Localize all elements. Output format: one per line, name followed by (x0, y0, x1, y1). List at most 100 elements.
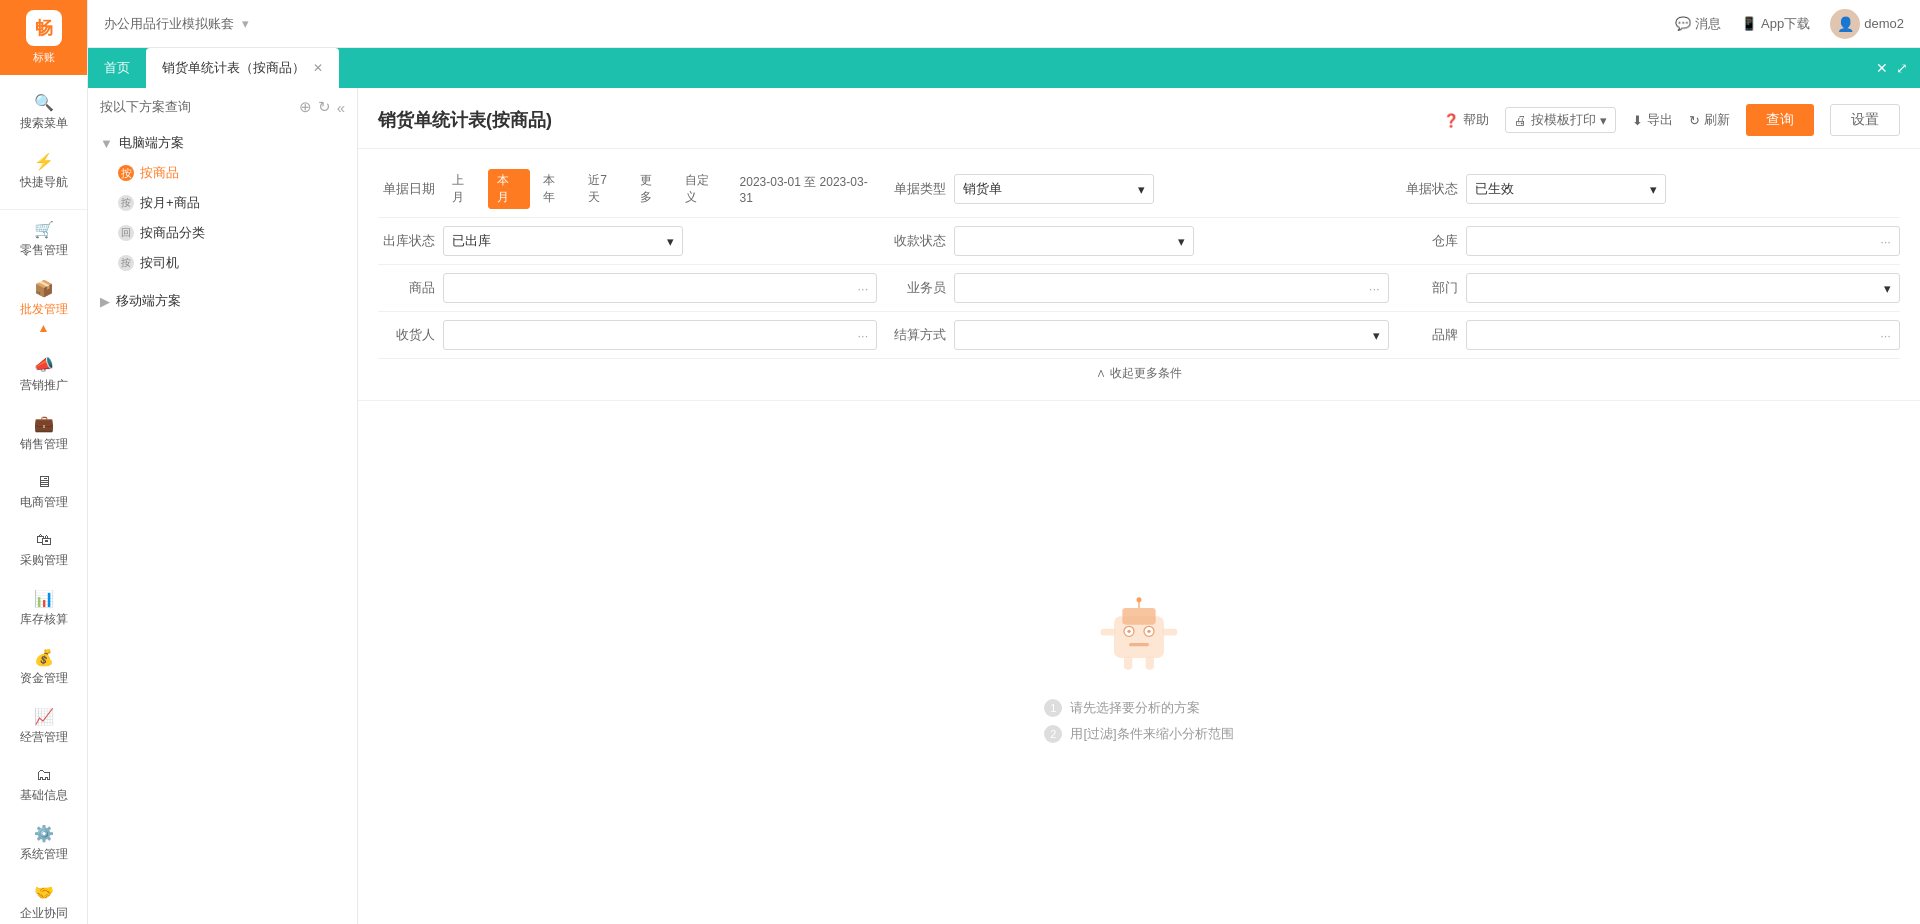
sidebar-item-corp[interactable]: 🤝 企业协同 (0, 873, 87, 924)
tree-child-by-product[interactable]: 按 按商品 (88, 158, 357, 188)
payment-method-label: 结算方式 (889, 326, 954, 344)
svg-point-8 (1137, 597, 1142, 602)
receiver-dots[interactable]: ··· (857, 328, 868, 343)
date-btn-7days[interactable]: 近7天 (579, 169, 627, 209)
sidebar-item-marketing[interactable]: 📣 营销推广 (0, 345, 87, 404)
doc-type-select[interactable]: 销货单 ▾ (954, 174, 1154, 204)
svg-point-5 (1147, 629, 1150, 632)
sidebar-item-sales[interactable]: 💼 销售管理 (0, 404, 87, 463)
setting-button[interactable]: 设置 (1830, 104, 1900, 136)
svg-rect-11 (1124, 656, 1132, 669)
add-scheme-icon[interactable]: ⊕ (299, 98, 312, 116)
payment-method-select[interactable]: ▾ (954, 320, 1388, 350)
tree-section-mobile: ▶ 移动端方案 (88, 282, 357, 320)
close-window-icon[interactable]: ✕ (1876, 60, 1888, 76)
date-btn-this-month[interactable]: 本月 (488, 169, 529, 209)
export-btn[interactable]: ⬇ 导出 (1632, 111, 1673, 129)
svg-rect-9 (1101, 628, 1116, 635)
messages-btn[interactable]: 💬 消息 (1675, 15, 1721, 33)
ops-icon: 📈 (34, 707, 54, 726)
sidebar-search[interactable]: 🔍 搜索菜单 (0, 83, 87, 142)
filter-area: 单据日期 上月 本月 本年 近7天 更多 自定义 2023-03-01 至 20… (358, 149, 1920, 401)
sidebar-item-finance[interactable]: 💰 资金管理 (0, 638, 87, 697)
product-dots[interactable]: ··· (857, 281, 868, 296)
salesperson-dots[interactable]: ··· (1369, 281, 1380, 296)
date-btn-last-month[interactable]: 上月 (443, 169, 484, 209)
message-icon: 💬 (1675, 16, 1691, 31)
refresh-btn[interactable]: ↻ 刷新 (1689, 111, 1730, 129)
sidebar-item-base[interactable]: 🗂 基础信息 (0, 756, 87, 814)
search-icon: 🔍 (34, 93, 54, 112)
sidebar-item-purchase[interactable]: 🛍 采购管理 (0, 521, 87, 579)
header-title: 办公用品行业模拟账套 (104, 15, 234, 33)
marketing-icon: 📣 (34, 355, 54, 374)
pay-status-arrow: ▾ (1178, 234, 1185, 249)
empty-step-2: 2 用[过滤]条件来缩小分析范围 (1044, 725, 1233, 743)
sidebar-item-wholesale[interactable]: 📦 批发管理 ▲ (0, 269, 87, 345)
tab-close-icon[interactable]: ✕ (313, 61, 323, 75)
tab-home[interactable]: 首页 (88, 48, 146, 88)
finance-icon: 💰 (34, 648, 54, 667)
print-dropdown-icon: ▾ (1600, 113, 1607, 128)
pay-status-label: 收款状态 (889, 232, 954, 250)
tree-child-by-driver[interactable]: 按 按司机 (88, 248, 357, 278)
collapse-filter-btn[interactable]: ∧ 收起更多条件 (378, 359, 1900, 388)
sidebar-item-retail[interactable]: 🛒 零售管理 (0, 210, 87, 269)
dept-select[interactable]: ▾ (1466, 273, 1900, 303)
pay-status-select[interactable]: ▾ (954, 226, 1194, 256)
user-menu[interactable]: 👤 demo2 (1830, 9, 1904, 39)
brand-select[interactable]: ··· (1466, 320, 1900, 350)
warehouse-label: 仓库 (1401, 232, 1466, 250)
by-month-product-icon: 按 (118, 195, 134, 211)
doc-type-value: 销货单 (963, 180, 1002, 198)
retail-icon: 🛒 (34, 220, 54, 239)
tree-parent-mobile[interactable]: ▶ 移动端方案 (88, 286, 357, 316)
doc-type-label: 单据类型 (889, 180, 954, 198)
salesperson-label: 业务员 (889, 279, 954, 297)
expand-icon: ▲ (38, 321, 50, 335)
tree-parent-pc[interactable]: ▼ 电脑端方案 (88, 128, 357, 158)
tree-child-by-category[interactable]: 回 按商品分类 (88, 218, 357, 248)
header-dropdown-arrow[interactable]: ▾ (242, 16, 249, 31)
receiver-select[interactable]: ··· (443, 320, 877, 350)
sidebar-quick-nav[interactable]: ⚡ 快捷导航 (0, 142, 87, 201)
help-icon: ❓ (1443, 113, 1459, 128)
out-status-label: 出库状态 (378, 232, 443, 250)
header-actions: 💬 消息 📱 App下载 👤 demo2 (1675, 9, 1904, 39)
out-status-select[interactable]: 已出库 ▾ (443, 226, 683, 256)
date-btn-this-year[interactable]: 本年 (534, 169, 575, 209)
collapse-panel-icon[interactable]: « (337, 99, 345, 116)
purchase-icon: 🛍 (36, 531, 52, 549)
doc-status-select[interactable]: 已生效 ▾ (1466, 174, 1666, 204)
help-btn[interactable]: ❓ 帮助 (1443, 111, 1489, 129)
print-btn[interactable]: 🖨 按模板打印 ▾ (1505, 107, 1616, 133)
empty-illustration (1089, 583, 1189, 683)
maximize-icon[interactable]: ⤢ (1896, 60, 1908, 76)
date-range-display: 2023-03-01 至 2023-03-31 (740, 174, 878, 205)
tree-child-by-month-product[interactable]: 按 按月+商品 (88, 188, 357, 218)
warehouse-select[interactable]: ··· (1466, 226, 1900, 256)
sales-icon: 💼 (34, 414, 54, 433)
date-btn-custom[interactable]: 自定义 (676, 169, 729, 209)
main-area: 办公用品行业模拟账套 ▾ 💬 消息 📱 App下载 👤 demo2 首页 销货单… (88, 0, 1920, 924)
avatar: 👤 (1830, 9, 1860, 39)
corp-icon: 🤝 (34, 883, 54, 902)
app-download-btn[interactable]: 📱 App下载 (1741, 15, 1810, 33)
warehouse-dots[interactable]: ··· (1880, 234, 1891, 249)
logo-text: 标账 (33, 50, 55, 65)
sidebar-item-inventory[interactable]: 📊 库存核算 (0, 579, 87, 638)
tab-report[interactable]: 销货单统计表（按商品） ✕ (146, 48, 339, 88)
query-button[interactable]: 查询 (1746, 104, 1814, 136)
date-btn-more[interactable]: 更多 (631, 169, 672, 209)
product-select[interactable]: ··· (443, 273, 877, 303)
svg-rect-12 (1146, 656, 1154, 669)
sidebar-item-ecom[interactable]: 🖥 电商管理 (0, 463, 87, 521)
out-status-arrow: ▾ (667, 234, 674, 249)
refresh-scheme-icon[interactable]: ↻ (318, 98, 331, 116)
salesperson-select[interactable]: ··· (954, 273, 1388, 303)
empty-state: 1 请先选择要分析的方案 2 用[过滤]条件来缩小分析范围 (358, 401, 1920, 924)
sidebar-item-ops[interactable]: 📈 经营管理 (0, 697, 87, 756)
sidebar-item-system[interactable]: ⚙️ 系统管理 (0, 814, 87, 873)
brand-dots[interactable]: ··· (1880, 328, 1891, 343)
doc-status-value: 已生效 (1475, 180, 1514, 198)
